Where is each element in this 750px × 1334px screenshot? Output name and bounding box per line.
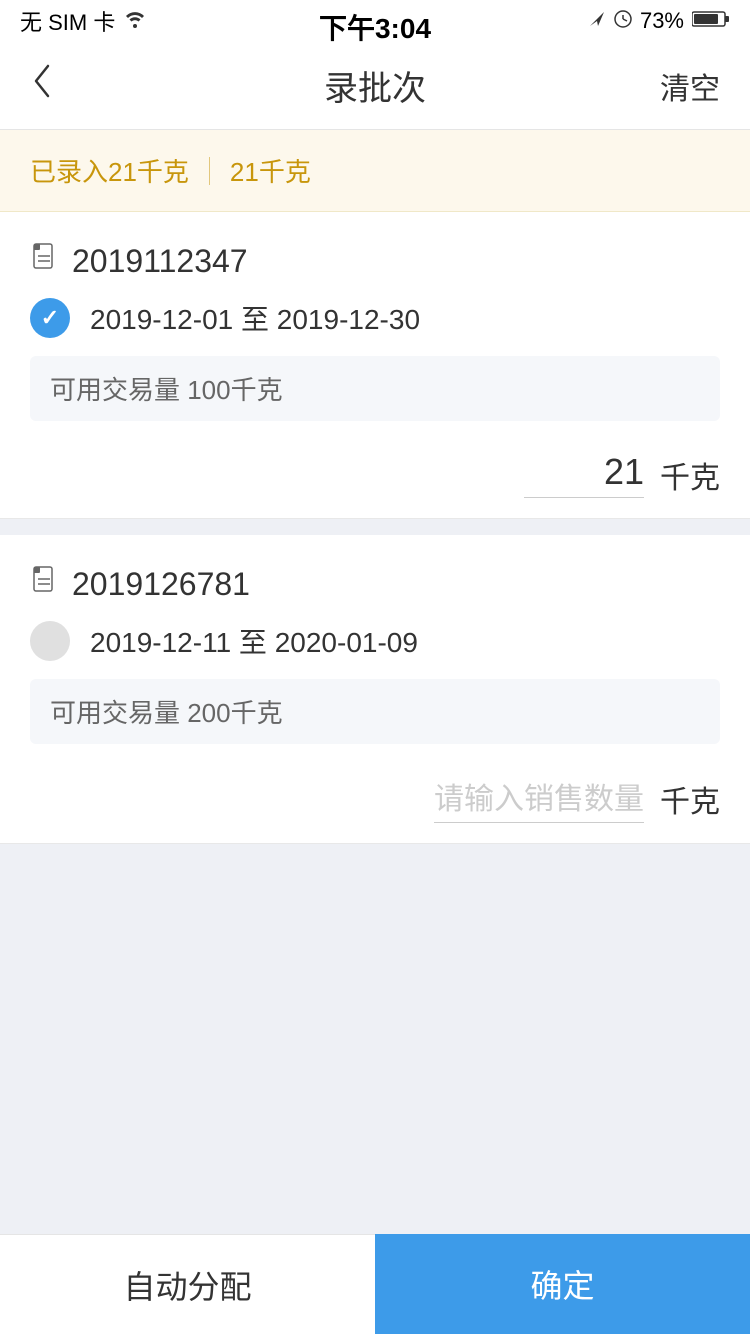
info-banner: 已录入21千克 21千克 bbox=[0, 130, 750, 212]
batch-card-2: 2019126781 2019-12-11 至 2020-01-09 可用交易量… bbox=[0, 535, 750, 844]
batch-1-quantity-input[interactable]: 21 bbox=[524, 451, 644, 498]
batch-2-id: 2019126781 bbox=[72, 566, 250, 603]
batch-1-availability: 可用交易量 100千克 bbox=[30, 356, 720, 421]
no-sim-label: 无 SIM 卡 bbox=[20, 5, 115, 37]
status-left: 无 SIM 卡 bbox=[20, 5, 147, 37]
batch-1-quantity-value: 21 bbox=[604, 451, 644, 492]
batch-2-quantity-input[interactable]: 请输入销售数量 bbox=[434, 774, 644, 823]
batch-2-availability: 可用交易量 200千克 bbox=[30, 679, 720, 744]
batch-1-checkbox[interactable]: ✓ bbox=[30, 298, 70, 338]
batch-1-date: 2019-12-01 至 2019-12-30 bbox=[90, 298, 420, 338]
batch-2-date-row[interactable]: 2019-12-11 至 2020-01-09 bbox=[0, 613, 750, 671]
auto-distribute-button[interactable]: 自动分配 bbox=[0, 1234, 375, 1334]
batch-2-unit: 千克 bbox=[660, 777, 720, 821]
location-icon bbox=[588, 8, 606, 34]
clear-button[interactable]: 清空 bbox=[660, 64, 720, 108]
info-divider bbox=[209, 157, 210, 185]
bottom-bar: 自动分配 确定 bbox=[0, 1234, 750, 1334]
batch-1-quantity-row[interactable]: 21 千克 bbox=[0, 435, 750, 519]
batch-1-date-row[interactable]: ✓ 2019-12-01 至 2019-12-30 bbox=[0, 290, 750, 348]
status-bar: 无 SIM 卡 下午3:04 73% bbox=[0, 0, 750, 42]
batch-2-date: 2019-12-11 至 2020-01-09 bbox=[90, 621, 418, 661]
batch-2-quantity-row[interactable]: 请输入销售数量 千克 bbox=[0, 758, 750, 844]
confirm-button[interactable]: 确定 bbox=[375, 1234, 750, 1334]
status-time: 下午3:04 bbox=[319, 7, 431, 47]
batch-card-1: 2019112347 ✓ 2019-12-01 至 2019-12-30 可用交… bbox=[0, 212, 750, 519]
batch-1-unit: 千克 bbox=[660, 453, 720, 497]
batch-1-doc-icon bbox=[30, 242, 60, 280]
batch-2-placeholder: 请输入销售数量 bbox=[434, 783, 644, 816]
section-divider bbox=[0, 519, 750, 535]
page-title: 录批次 bbox=[324, 61, 426, 110]
back-button[interactable] bbox=[30, 62, 90, 109]
battery-icon bbox=[692, 8, 730, 34]
battery-percent: 73% bbox=[640, 8, 684, 34]
nav-bar: 录批次 清空 bbox=[0, 42, 750, 130]
batch-2-checkbox[interactable] bbox=[30, 621, 70, 661]
status-right: 73% bbox=[588, 8, 730, 34]
batch-1-id: 2019112347 bbox=[72, 243, 248, 280]
batch-1-header: 2019112347 bbox=[0, 212, 750, 290]
total-amount: 21千克 bbox=[230, 152, 311, 189]
wifi-icon bbox=[123, 8, 147, 34]
clock-icon bbox=[614, 8, 632, 34]
batch-2-header: 2019126781 bbox=[0, 535, 750, 613]
empty-area bbox=[0, 844, 750, 1264]
recorded-amount: 已录入21千克 bbox=[30, 152, 189, 189]
checkmark-icon: ✓ bbox=[41, 305, 59, 331]
batch-2-doc-icon bbox=[30, 565, 60, 603]
